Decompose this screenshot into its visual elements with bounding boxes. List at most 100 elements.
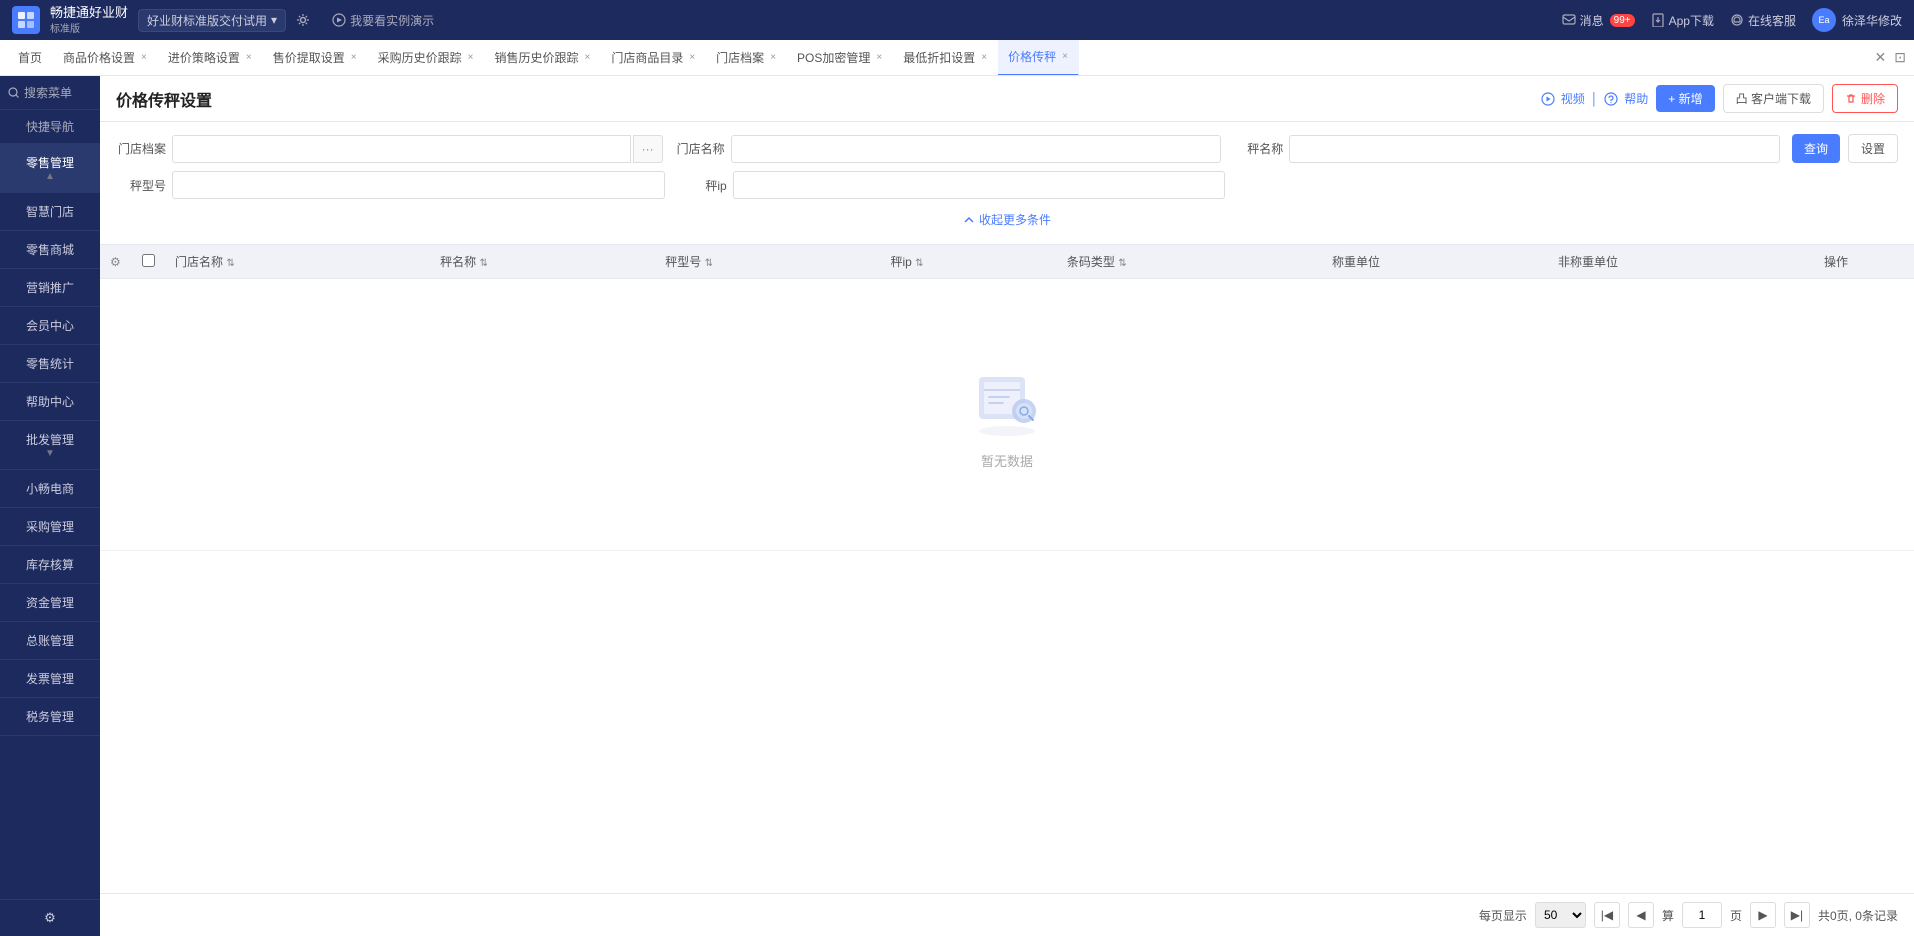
sidebar-item-finance[interactable]: 资金管理	[0, 584, 100, 622]
data-table: ⚙ 门店名称 ⇅ 秤名称 ⇅	[100, 245, 1914, 551]
close-icon[interactable]: ×	[770, 52, 776, 63]
gear-icon: ⚙	[44, 910, 56, 925]
tab-store-profile[interactable]: 门店档案 ×	[706, 40, 787, 76]
sidebar-item-tax[interactable]: 税务管理	[0, 698, 100, 736]
delete-button[interactable]: 删除	[1832, 84, 1898, 113]
tab-min-discount[interactable]: 最低折扣设置 ×	[893, 40, 998, 76]
sidebar-item-retail-stats[interactable]: 零售统计	[0, 345, 100, 383]
select-all-checkbox[interactable]	[142, 254, 155, 267]
sidebar-settings-btn[interactable]: ⚙	[0, 899, 100, 936]
sidebar-quick-nav[interactable]: 快捷导航	[0, 110, 100, 144]
close-icon[interactable]: ×	[246, 52, 252, 63]
store-archive-input-wrap: ···	[172, 135, 663, 163]
sort-icon[interactable]: ⇅	[479, 258, 487, 269]
tab-sale-price[interactable]: 售价提取设置 ×	[263, 40, 368, 76]
sidebar-item-smart-store[interactable]: 智慧门店	[0, 193, 100, 231]
sidebar-item-help[interactable]: 帮助中心	[0, 383, 100, 421]
page-help-links: 视频 │ 帮助	[1541, 90, 1649, 107]
page-header: 价格传秤设置 视频 │ 帮助 + 新增	[100, 76, 1914, 122]
close-icon[interactable]: ×	[876, 52, 882, 63]
tab-price-scale[interactable]: 价格传秤 ×	[998, 40, 1079, 76]
sidebar-item-ecommerce[interactable]: 小畅电商	[0, 470, 100, 508]
per-page-select[interactable]: 10 20 50 100	[1535, 902, 1586, 928]
sort-icon[interactable]: ⇅	[226, 258, 234, 269]
version-selector[interactable]: 好业财标准版交付试用 ▾	[138, 9, 286, 32]
tab-commodity-price[interactable]: 商品价格设置 ×	[53, 40, 158, 76]
scale-model-field: 秤型号	[116, 171, 665, 199]
page-number-input[interactable]	[1682, 902, 1722, 928]
tab-purchase-strategy[interactable]: 进价策略设置 ×	[158, 40, 263, 76]
sidebar-item-wholesale[interactable]: 批发管理 ▼	[0, 421, 100, 470]
close-tab-icon[interactable]: ✕	[1875, 49, 1887, 66]
close-icon[interactable]: ×	[468, 52, 474, 63]
tab-pos-encryption[interactable]: POS加密管理 ×	[787, 40, 893, 76]
page-title: 价格传秤设置	[116, 87, 212, 111]
settings-icon-btn[interactable]	[296, 13, 310, 27]
scale-model-label: 秤型号	[116, 177, 166, 194]
tab-sales-history[interactable]: 销售历史价跟踪 ×	[484, 40, 601, 76]
sidebar-item-invoice[interactable]: 发票管理	[0, 660, 100, 698]
sidebar-item-inventory[interactable]: 库存核算	[0, 546, 100, 584]
close-icon[interactable]: ×	[141, 52, 147, 63]
tab-store-catalog[interactable]: 门店商品目录 ×	[601, 40, 706, 76]
online-service-button[interactable]: 在线客服	[1730, 12, 1796, 29]
close-icon[interactable]: ×	[584, 52, 590, 63]
page-label: 算	[1662, 907, 1674, 924]
message-button[interactable]: 消息 99+	[1562, 12, 1635, 29]
collapse-button[interactable]: 收起更多条件	[116, 207, 1898, 232]
scale-name-input[interactable]	[1289, 135, 1780, 163]
sort-icon[interactable]: ⇅	[915, 258, 923, 269]
help-icon	[1604, 92, 1618, 106]
sidebar-item-purchase[interactable]: 采购管理	[0, 508, 100, 546]
query-button[interactable]: 查询	[1792, 134, 1840, 163]
top-header: 畅捷通好业财 标准版 好业财标准版交付试用 ▾ 我要看实例演示	[0, 0, 1914, 40]
sidebar: 搜索菜单 快捷导航 零售管理 ▲ 智慧门店 零售商城 营销推广 会员中心 零售统…	[0, 76, 100, 936]
avatar: Ea	[1812, 8, 1836, 32]
app-download-button[interactable]: App下载	[1651, 12, 1714, 29]
sidebar-item-ledger[interactable]: 总账管理	[0, 622, 100, 660]
scale-name-field: 秤名称	[1233, 135, 1780, 163]
close-icon[interactable]: ×	[689, 52, 695, 63]
search-row-1: 门店档案 ··· 门店名称 秤名称 查询 设置	[116, 134, 1898, 163]
settings-form-button[interactable]: 设置	[1848, 134, 1898, 163]
sort-icon[interactable]: ⇅	[1118, 258, 1126, 269]
close-icon[interactable]: ×	[981, 52, 987, 63]
close-icon[interactable]: ×	[1062, 51, 1068, 62]
footer-bar: 每页显示 10 20 50 100 |◀ ◀ 算 页 ▶ ▶| 共0页, 0条记…	[100, 893, 1914, 936]
video-link[interactable]: 视频	[1561, 90, 1585, 107]
store-archive-input[interactable]	[172, 135, 631, 163]
th-scale-ip: 秤ip ⇅	[880, 245, 1056, 279]
video-icon	[1541, 92, 1555, 106]
scale-model-input[interactable]	[172, 171, 665, 199]
store-archive-label: 门店档案	[116, 140, 166, 157]
sort-icon[interactable]: ⇅	[705, 258, 713, 269]
tab-home[interactable]: 首页	[8, 40, 53, 76]
add-button[interactable]: + 新增	[1656, 85, 1714, 112]
close-icon[interactable]: ×	[351, 52, 357, 63]
first-page-btn[interactable]: |◀	[1594, 902, 1620, 928]
sidebar-item-retail[interactable]: 零售管理 ▲	[0, 144, 100, 193]
tab-bar-controls: ✕ ⊡	[1875, 49, 1906, 66]
table-container: ⚙ 门店名称 ⇅ 秤名称 ⇅	[100, 245, 1914, 893]
sidebar-search[interactable]: 搜索菜单	[0, 76, 100, 110]
app-logo-text: 畅捷通好业财 标准版	[50, 5, 128, 36]
store-name-input[interactable]	[731, 135, 1222, 163]
next-page-btn[interactable]: ▶	[1750, 902, 1776, 928]
user-menu-button[interactable]: Ea 徐泽华修改	[1812, 8, 1902, 32]
sidebar-item-marketing[interactable]: 营销推广	[0, 269, 100, 307]
app-logo-icon	[12, 6, 40, 34]
last-page-btn[interactable]: ▶|	[1784, 902, 1810, 928]
sidebar-item-member[interactable]: 会员中心	[0, 307, 100, 345]
prev-page-btn[interactable]: ◀	[1628, 902, 1654, 928]
tab-purchase-history[interactable]: 采购历史价跟踪 ×	[368, 40, 485, 76]
sidebar-item-retail-mall[interactable]: 零售商城	[0, 231, 100, 269]
total-label: 共0页, 0条记录	[1818, 907, 1898, 924]
help-link[interactable]: 帮助	[1624, 90, 1648, 107]
maximize-tab-icon[interactable]: ⊡	[1894, 49, 1906, 66]
th-settings: ⚙	[100, 245, 132, 279]
store-archive-picker-btn[interactable]: ···	[633, 135, 663, 163]
demo-button[interactable]: 我要看实例演示	[332, 12, 434, 29]
table-settings-icon[interactable]: ⚙	[110, 255, 121, 269]
download-button[interactable]: 凸 客户端下载	[1723, 84, 1824, 113]
scale-ip-input[interactable]	[733, 171, 1226, 199]
